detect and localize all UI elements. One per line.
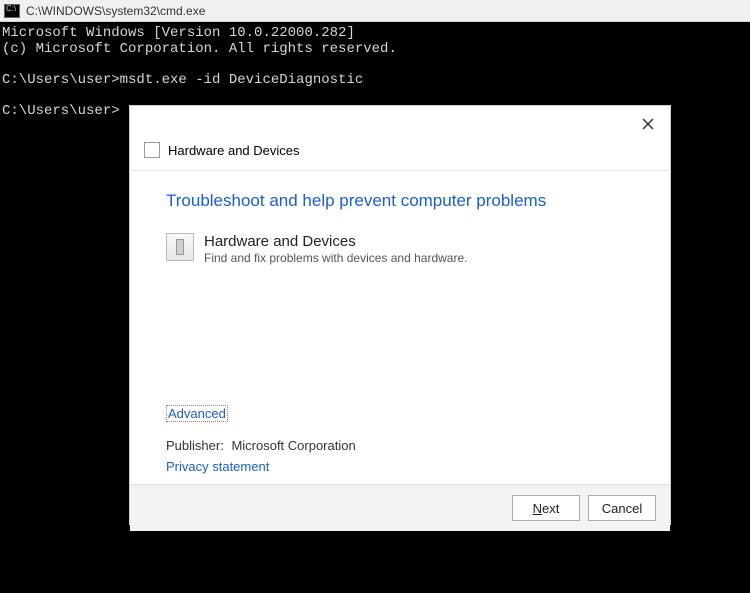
term-line2: (c) Microsoft Corporation. All rights re… — [2, 41, 397, 57]
dialog-title: Hardware and Devices — [168, 143, 300, 158]
term-command1: msdt.exe -id DeviceDiagnostic — [120, 72, 364, 88]
dialog-heading: Troubleshoot and help prevent computer p… — [166, 191, 634, 211]
option-hardware-devices[interactable]: Hardware and Devices Find and fix proble… — [166, 233, 634, 265]
next-underline: N — [533, 501, 542, 516]
cmd-title: C:\WINDOWS\system32\cmd.exe — [26, 4, 205, 18]
dialog-title-row: Hardware and Devices — [130, 136, 670, 171]
dialog-body: Troubleshoot and help prevent computer p… — [130, 171, 670, 484]
option-title: Hardware and Devices — [204, 233, 467, 250]
dialog-footer: Next Cancel — [130, 484, 670, 531]
privacy-link[interactable]: Privacy statement — [166, 459, 269, 474]
publisher-label: Publisher: — [166, 438, 224, 453]
term-prompt2: C:\Users\user> — [2, 103, 120, 119]
advanced-link[interactable]: Advanced — [166, 405, 228, 422]
cmd-titlebar: C:\ C:\WINDOWS\system32\cmd.exe — [0, 0, 750, 22]
next-button[interactable]: Next — [512, 495, 580, 521]
hardware-icon — [144, 142, 160, 158]
close-icon — [642, 118, 654, 130]
term-line1: Microsoft Windows [Version 10.0.22000.28… — [2, 25, 355, 41]
publisher-row: Publisher: Microsoft Corporation — [166, 438, 634, 453]
close-button[interactable] — [636, 112, 660, 136]
cmd-icon: C:\ — [4, 4, 20, 18]
term-prompt1: C:\Users\user> — [2, 72, 120, 88]
publisher-value: Microsoft Corporation — [231, 438, 355, 453]
device-icon — [166, 233, 194, 261]
next-suffix: ext — [542, 501, 559, 516]
cancel-button[interactable]: Cancel — [588, 495, 656, 521]
option-desc: Find and fix problems with devices and h… — [204, 251, 467, 265]
troubleshooter-dialog: Hardware and Devices Troubleshoot and he… — [129, 105, 671, 525]
